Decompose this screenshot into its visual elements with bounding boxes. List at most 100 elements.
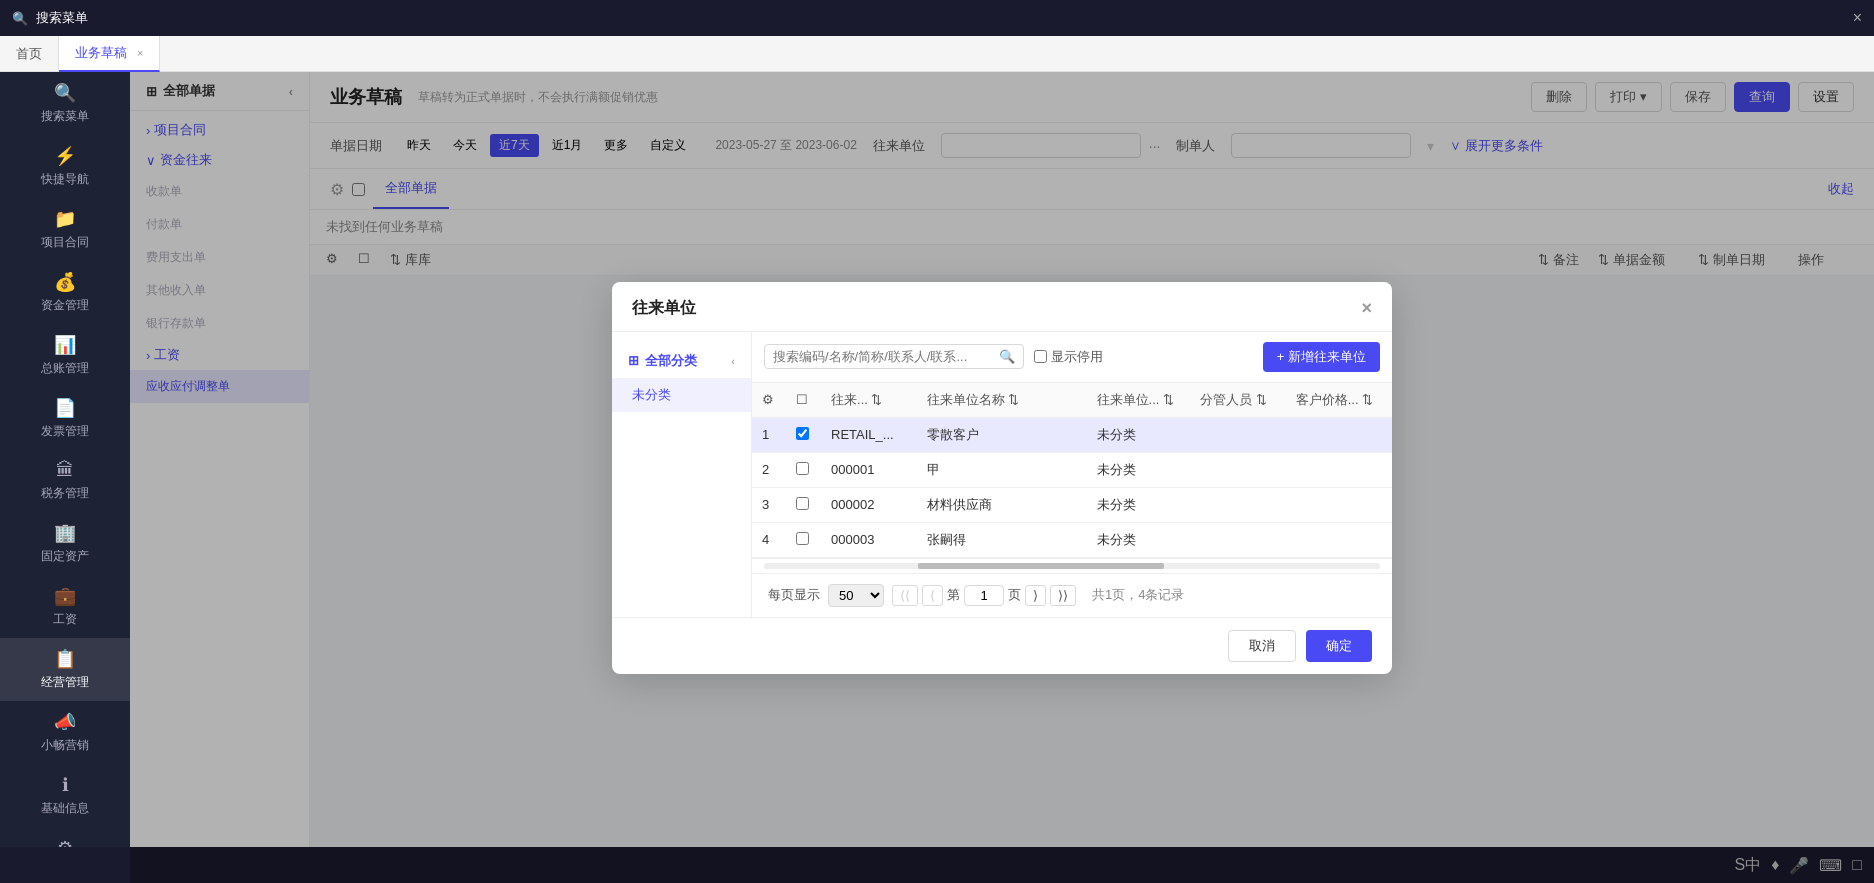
row-code: RETAIL_... bbox=[821, 417, 917, 452]
sidebar-item-project[interactable]: 📁 项目合同 bbox=[0, 198, 130, 261]
row-code: 000002 bbox=[821, 487, 917, 522]
sidebar-item-ledger[interactable]: 📊 总账管理 bbox=[0, 324, 130, 387]
row-person bbox=[1190, 417, 1286, 452]
dialog-pagination: 每页显示 50 20 100 ⟨⟨ ⟨ 第 页 bbox=[752, 573, 1392, 617]
row-price bbox=[1286, 452, 1392, 487]
table-row[interactable]: 2 000001 甲 未分类 bbox=[752, 452, 1392, 487]
search-icon: 🔍 bbox=[54, 82, 76, 104]
page-first-btn[interactable]: ⟨⟨ bbox=[892, 585, 918, 606]
management-icon: 📋 bbox=[54, 648, 76, 670]
row-name: 甲 bbox=[917, 452, 1087, 487]
th-check[interactable]: ☐ bbox=[786, 383, 821, 418]
table-row[interactable]: 1 RETAIL_... 零散客户 未分类 bbox=[752, 417, 1392, 452]
table-row[interactable]: 4 000003 张嗣得 未分类 bbox=[752, 522, 1392, 557]
row-category: 未分类 bbox=[1087, 417, 1191, 452]
th-price[interactable]: 客户价格... ⇅ bbox=[1286, 383, 1392, 418]
cat-collapse-icon[interactable]: ‹ bbox=[731, 355, 735, 367]
dialog-table: ⚙ ☐ 往来... ⇅ 往来单位名称 ⇅ 往来单位... ⇅ 分管人员 ⇅ 客户… bbox=[752, 383, 1392, 558]
invoice-icon: 📄 bbox=[54, 397, 76, 419]
sidebar-item-capital[interactable]: 💰 资金管理 bbox=[0, 261, 130, 324]
dialog-toolbar: 🔍 显示停用 + 新增往来单位 bbox=[752, 332, 1392, 383]
cancel-button[interactable]: 取消 bbox=[1228, 630, 1296, 662]
dialog-search-input[interactable] bbox=[773, 349, 993, 364]
row-num: 1 bbox=[752, 417, 786, 452]
icon-sidebar: 🔍 搜索菜单 ⚡ 快捷导航 📁 项目合同 💰 资金管理 📊 总账管理 📄 发票管… bbox=[0, 72, 130, 883]
sidebar-item-management[interactable]: 📋 经营管理 bbox=[0, 638, 130, 701]
capital-icon: 💰 bbox=[54, 271, 76, 293]
marketing-icon: 📣 bbox=[54, 711, 76, 733]
top-search-label[interactable]: 搜索菜单 bbox=[36, 9, 88, 27]
cat-all[interactable]: ⊞ 全部分类 ‹ bbox=[612, 344, 751, 378]
sidebar-item-basic[interactable]: ℹ 基础信息 bbox=[0, 764, 130, 827]
row-checkbox[interactable] bbox=[786, 522, 821, 557]
page-prev-btn[interactable]: ⟨ bbox=[922, 585, 943, 606]
tab-draft[interactable]: 业务草稿 × bbox=[59, 36, 160, 72]
grid-icon2: ⊞ bbox=[628, 353, 639, 368]
row-num: 2 bbox=[752, 452, 786, 487]
row-category: 未分类 bbox=[1087, 452, 1191, 487]
basic-icon: ℹ bbox=[62, 774, 69, 796]
row-checkbox[interactable] bbox=[786, 452, 821, 487]
sidebar-item-salary[interactable]: 💼 工资 bbox=[0, 575, 130, 638]
row-checkbox[interactable] bbox=[786, 417, 821, 452]
sidebar-item-search[interactable]: 🔍 搜索菜单 bbox=[0, 72, 130, 135]
row-num: 4 bbox=[752, 522, 786, 557]
sidebar-item-tax[interactable]: 🏛 税务管理 bbox=[0, 450, 130, 512]
sidebar-item-invoice[interactable]: 📄 发票管理 bbox=[0, 387, 130, 450]
row-code: 000001 bbox=[821, 452, 917, 487]
tab-close-icon[interactable]: × bbox=[137, 47, 143, 59]
dialog-body: ⊞ 全部分类 ‹ 未分类 🔍 bbox=[612, 332, 1392, 617]
project-icon: 📁 bbox=[54, 208, 76, 230]
assets-icon: 🏢 bbox=[54, 522, 76, 544]
row-person bbox=[1190, 452, 1286, 487]
row-name: 张嗣得 bbox=[917, 522, 1087, 557]
sidebar-item-quicknav[interactable]: ⚡ 快捷导航 bbox=[0, 135, 130, 198]
dialog-header: 往来单位 × bbox=[612, 282, 1392, 332]
main-layout: 🔍 搜索菜单 ⚡ 快捷导航 📁 项目合同 💰 资金管理 📊 总账管理 📄 发票管… bbox=[0, 72, 1874, 883]
dialog-categories: ⊞ 全部分类 ‹ 未分类 bbox=[612, 332, 752, 617]
page-total: 共1页，4条记录 bbox=[1092, 586, 1184, 604]
top-bar: 🔍 搜索菜单 × bbox=[0, 0, 1874, 36]
show-disabled-checkbox[interactable] bbox=[1034, 350, 1047, 363]
row-num: 3 bbox=[752, 487, 786, 522]
page-next-btn[interactable]: ⟩ bbox=[1025, 585, 1046, 606]
ledger-icon: 📊 bbox=[54, 334, 76, 356]
page-last-btn[interactable]: ⟩⟩ bbox=[1050, 585, 1076, 606]
row-name: 材料供应商 bbox=[917, 487, 1087, 522]
page-input[interactable] bbox=[964, 585, 1004, 606]
sidebar-item-assets[interactable]: 🏢 固定资产 bbox=[0, 512, 130, 575]
page-label: 第 bbox=[947, 586, 960, 604]
cat-uncategorized[interactable]: 未分类 bbox=[612, 378, 751, 412]
dialog-close-button[interactable]: × bbox=[1361, 298, 1372, 319]
page-size-select[interactable]: 50 20 100 bbox=[828, 584, 884, 607]
tax-icon: 🏛 bbox=[56, 460, 74, 481]
th-settings[interactable]: ⚙ bbox=[752, 383, 786, 418]
counterpart-dialog: 往来单位 × ⊞ 全部分类 ‹ 未分类 bbox=[612, 282, 1392, 674]
tab-home[interactable]: 首页 bbox=[0, 36, 59, 72]
dialog-scroll bbox=[752, 558, 1392, 573]
dialog-search-box[interactable]: 🔍 bbox=[764, 344, 1024, 369]
row-category: 未分类 bbox=[1087, 522, 1191, 557]
main-content: ⊞ 全部单据 ‹ › 项目合同 ∨ 资金往来 收款单 付款单 费用支出单 bbox=[130, 72, 1874, 883]
scroll-thumb[interactable] bbox=[918, 563, 1164, 569]
row-category: 未分类 bbox=[1087, 487, 1191, 522]
th-person[interactable]: 分管人员 ⇅ bbox=[1190, 383, 1286, 418]
row-price bbox=[1286, 417, 1392, 452]
salary-icon: 💼 bbox=[54, 585, 76, 607]
window-close-icon[interactable]: × bbox=[1853, 9, 1862, 27]
table-row[interactable]: 3 000002 材料供应商 未分类 bbox=[752, 487, 1392, 522]
confirm-button[interactable]: 确定 bbox=[1306, 630, 1372, 662]
add-counterpart-button[interactable]: + 新增往来单位 bbox=[1263, 342, 1380, 372]
sidebar-item-marketing[interactable]: 📣 小畅营销 bbox=[0, 701, 130, 764]
th-category[interactable]: 往来单位... ⇅ bbox=[1087, 383, 1191, 418]
dialog-title: 往来单位 bbox=[632, 298, 696, 319]
page-nav: ⟨⟨ ⟨ 第 页 ⟩ ⟩⟩ bbox=[892, 585, 1076, 606]
search-icon: 🔍 bbox=[12, 11, 28, 26]
row-person bbox=[1190, 522, 1286, 557]
row-person bbox=[1190, 487, 1286, 522]
dialog-overlay: 往来单位 × ⊞ 全部分类 ‹ 未分类 bbox=[130, 72, 1874, 883]
show-disabled-toggle[interactable]: 显示停用 bbox=[1034, 348, 1103, 366]
th-name[interactable]: 往来单位名称 ⇅ bbox=[917, 383, 1087, 418]
th-code[interactable]: 往来... ⇅ bbox=[821, 383, 917, 418]
row-checkbox[interactable] bbox=[786, 487, 821, 522]
